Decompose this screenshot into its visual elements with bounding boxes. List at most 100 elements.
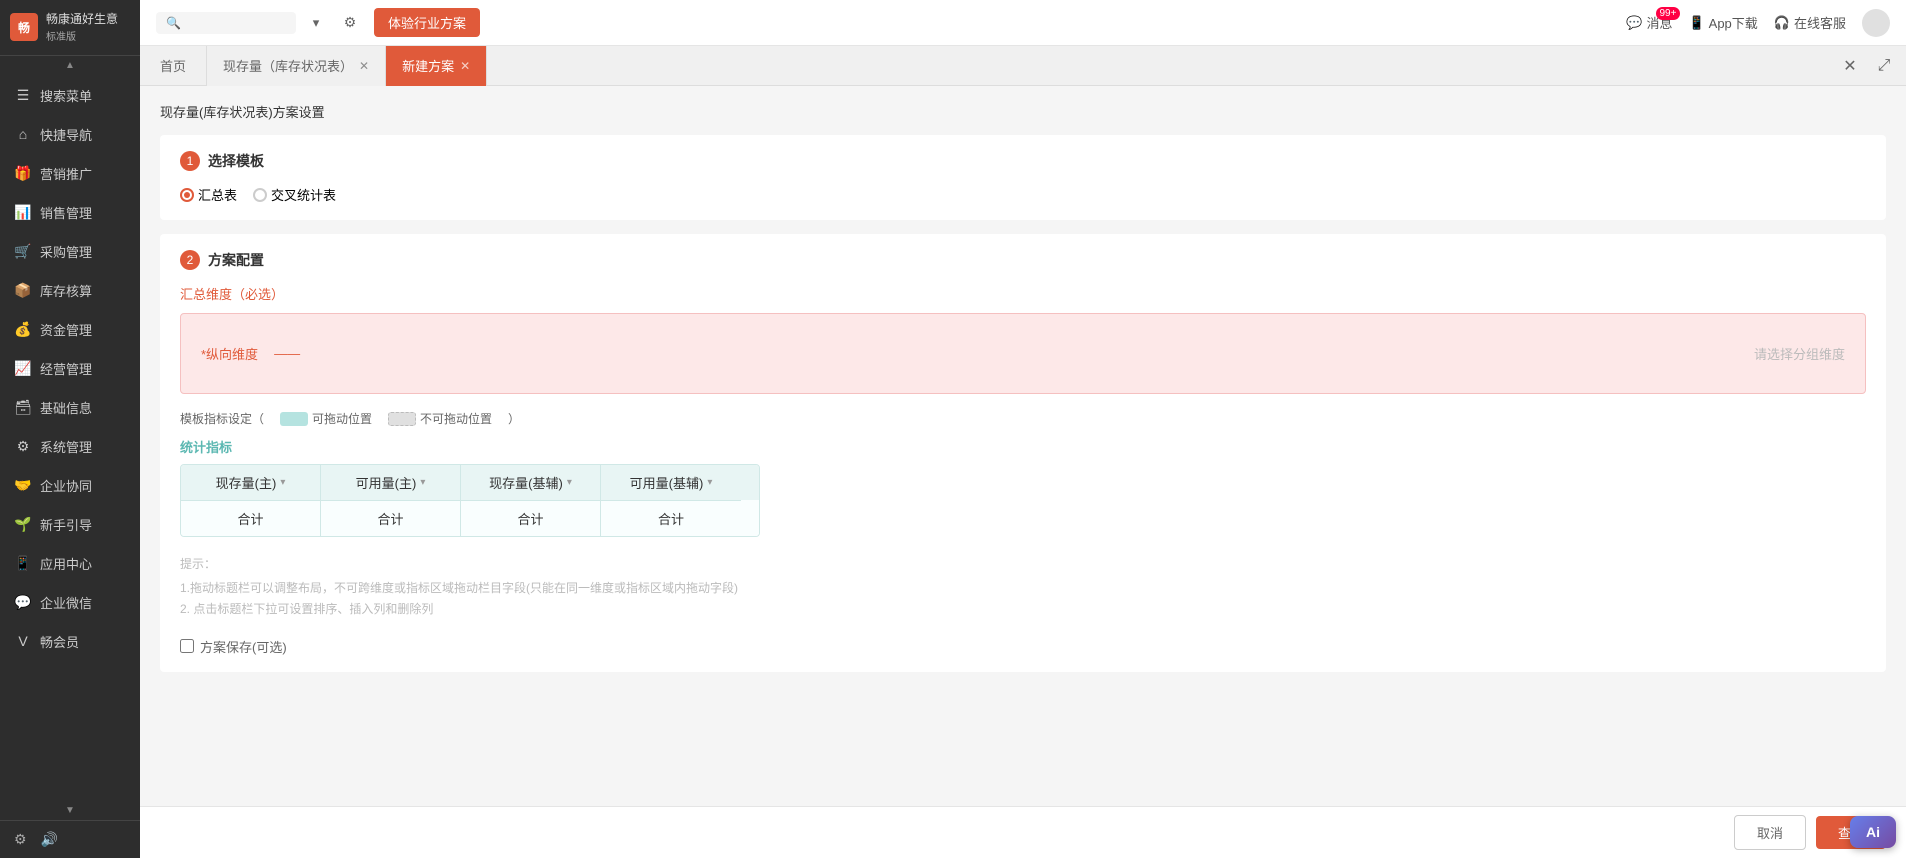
close-panel-btn[interactable]: ✕ [1836,52,1864,80]
tabbar-actions: ✕ ⤢ [1836,52,1906,80]
seedling-icon: 🌱 [14,516,32,533]
step2-header: 2 方案配置 [180,250,1866,270]
sidebar-item-membership[interactable]: V 畅会员 [0,622,140,661]
sidebar-item-label: 库存核算 [40,281,92,300]
indicator-cell-0: 合计 [181,500,321,536]
radio-summary-label: 汇总表 [198,185,237,204]
topbar: 🔍 ▾ ⚙ 体验行业方案 💬 消息 99+ 📱 App下载 🎧 在线客服 [140,0,1906,46]
col-label-3: 可用量(基辅) [630,473,704,492]
step2-section: 2 方案配置 汇总维度（必选） *纵向维度 —— 请选择分组维度 模板指标设定（ [160,234,1886,672]
sidebar-item-marketing[interactable]: 🎁 营销推广 [0,154,140,193]
sidebar-item-label: 基础信息 [40,398,92,417]
legend-non-draggable: 不可拖动位置 [388,410,492,427]
sidebar-item-label: 采购管理 [40,242,92,261]
sidebar-item-purchase[interactable]: 🛒 采购管理 [0,232,140,271]
tab-home[interactable]: 首页 [140,46,207,86]
step2-title: 方案配置 [208,250,264,270]
box-icon: 📦 [14,282,32,299]
sidebar-item-app-center[interactable]: 📱 应用中心 [0,544,140,583]
message-badge: 99+ [1656,7,1681,20]
dimension-box[interactable]: *纵向维度 —— 请选择分组维度 [180,313,1866,394]
sidebar-item-finance[interactable]: 💰 资金管理 [0,310,140,349]
indicator-col-0[interactable]: 现存量(主) ▾ [181,465,321,500]
indicator-table: 现存量(主) ▾ 可用量(主) ▾ 现存量(基辅) ▾ [180,464,760,537]
col-chevron-3: ▾ [707,477,712,488]
sidebar-item-inventory[interactable]: 📦 库存核算 [0,271,140,310]
app-icon: 📱 [1688,15,1704,31]
sidebar-item-wechat[interactable]: 💬 企业微信 [0,583,140,622]
cell-summary-3: 合计 [658,509,684,528]
save-checkbox[interactable] [180,639,194,653]
indicator-config: 模板指标设定（ 可拖动位置 不可拖动位置 ） 统计指标 [180,410,1866,621]
sidebar-item-sales[interactable]: 📊 销售管理 [0,193,140,232]
search-dropdown-btn[interactable]: ▾ [306,13,326,33]
expand-panel-btn[interactable]: ⤢ [1870,52,1898,80]
sidebar-item-label: 销售管理 [40,203,92,222]
col-label-2: 现存量(基辅) [489,473,563,492]
sidebar-item-newuser[interactable]: 🌱 新手引导 [0,505,140,544]
sidebar-item-label: 应用中心 [40,554,92,573]
chart-icon: 📊 [14,204,32,221]
chat-icon: 💬 [14,594,32,611]
app-download-btn[interactable]: 📱 App下载 [1688,13,1757,32]
tab-new-scheme-close[interactable]: ✕ [460,59,470,73]
sidebar-item-label: 企业协同 [40,476,92,495]
sidebar-item-quick-nav[interactable]: ⌂ 快捷导航 [0,115,140,154]
sidebar-item-search[interactable]: ☰ 搜索菜单 [0,76,140,115]
indicator-body-row: 合计 合计 合计 合计 [181,500,759,536]
indicator-col-2[interactable]: 现存量(基辅) ▾ [461,465,601,500]
tabbar: 首页 现存量（库存状况表） ✕ 新建方案 ✕ ✕ ⤢ [140,46,1906,86]
legend-draggable: 可拖动位置 [280,410,372,427]
cart-icon: 🛒 [14,243,32,260]
settings-bottom-icon[interactable]: ⚙ [14,831,27,848]
bottom-bar: 取消 查询 [140,806,1906,858]
sidebar-scroll-up[interactable]: ▲ [0,56,140,76]
sidebar: 畅 畅康通好生意 标准版 ▲ ☰ 搜索菜单 ⌂ 快捷导航 🎁 营销推广 📊 销售… [0,0,140,858]
volume-icon[interactable]: 🔊 [41,831,58,848]
try-industry-btn[interactable]: 体验行业方案 [374,8,480,37]
tab-new-scheme[interactable]: 新建方案 ✕ [386,46,487,86]
cancel-button[interactable]: 取消 [1734,815,1806,850]
app-edition: 标准版 [46,28,118,43]
topbar-right: 💬 消息 99+ 📱 App下载 🎧 在线客服 [1626,9,1890,37]
col-chevron-1: ▾ [420,477,425,488]
radio-cross-label: 交叉统计表 [271,185,336,204]
sidebar-item-collab[interactable]: 🤝 企业协同 [0,466,140,505]
dimension-dash: —— [274,346,1738,361]
draggable-box [280,412,308,426]
indicator-col-3[interactable]: 可用量(基辅) ▾ [601,465,741,500]
sidebar-item-operations[interactable]: 📈 经营管理 [0,349,140,388]
radio-cross-table[interactable]: 交叉统计表 [253,185,336,204]
step1-header: 1 选择模板 [180,151,1866,171]
tab-inventory-close[interactable]: ✕ [359,59,369,73]
settings-gear-icon[interactable]: ⚙ [336,9,364,37]
user-avatar[interactable] [1862,9,1890,37]
tip-item-2: 2. 点击标题栏下拉可设置排序、插入列和删除列 [180,599,1866,621]
sidebar-item-basic-info[interactable]: 🗃 基础信息 [0,388,140,427]
step1-section: 1 选择模板 汇总表 交叉统计表 [160,135,1886,220]
indicator-header-row: 现存量(主) ▾ 可用量(主) ▾ 现存量(基辅) ▾ [181,465,759,500]
gift-icon: 🎁 [14,165,32,182]
tip-item-1: 1.拖动标题栏可以调整布局，不可跨维度或指标区域拖动栏目字段(只能在同一维度或指… [180,578,1866,600]
main-area: 🔍 ▾ ⚙ 体验行业方案 💬 消息 99+ 📱 App下载 🎧 在线客服 [140,0,1906,858]
radio-circle-summary [180,188,194,202]
indicator-section-title: 统计指标 [180,437,1866,456]
search-box[interactable]: 🔍 [156,12,296,34]
draggable-label: 可拖动位置 [312,410,372,427]
sidebar-item-system[interactable]: ⚙ 系统管理 [0,427,140,466]
sidebar-scroll-down[interactable]: ▼ [0,800,140,820]
radio-circle-cross [253,188,267,202]
indicator-legend-label: 模板指标设定（ [180,410,264,427]
tab-inventory[interactable]: 现存量（库存状况表） ✕ [207,46,386,86]
sidebar-nav: ☰ 搜索菜单 ⌂ 快捷导航 🎁 营销推广 📊 销售管理 🛒 采购管理 📦 库存核… [0,76,140,800]
message-btn[interactable]: 💬 消息 99+ [1626,13,1672,32]
home-icon: ⌂ [14,126,32,142]
online-service-label: 在线客服 [1794,13,1846,32]
online-service-btn[interactable]: 🎧 在线客服 [1774,13,1846,32]
ai-float-btn[interactable]: Ai [1850,816,1896,848]
indicator-col-1[interactable]: 可用量(主) ▾ [321,465,461,500]
tips-title: 提示： [180,554,1866,576]
non-draggable-box [388,412,416,426]
sidebar-item-label: 快捷导航 [40,125,92,144]
radio-summary-table[interactable]: 汇总表 [180,185,237,204]
